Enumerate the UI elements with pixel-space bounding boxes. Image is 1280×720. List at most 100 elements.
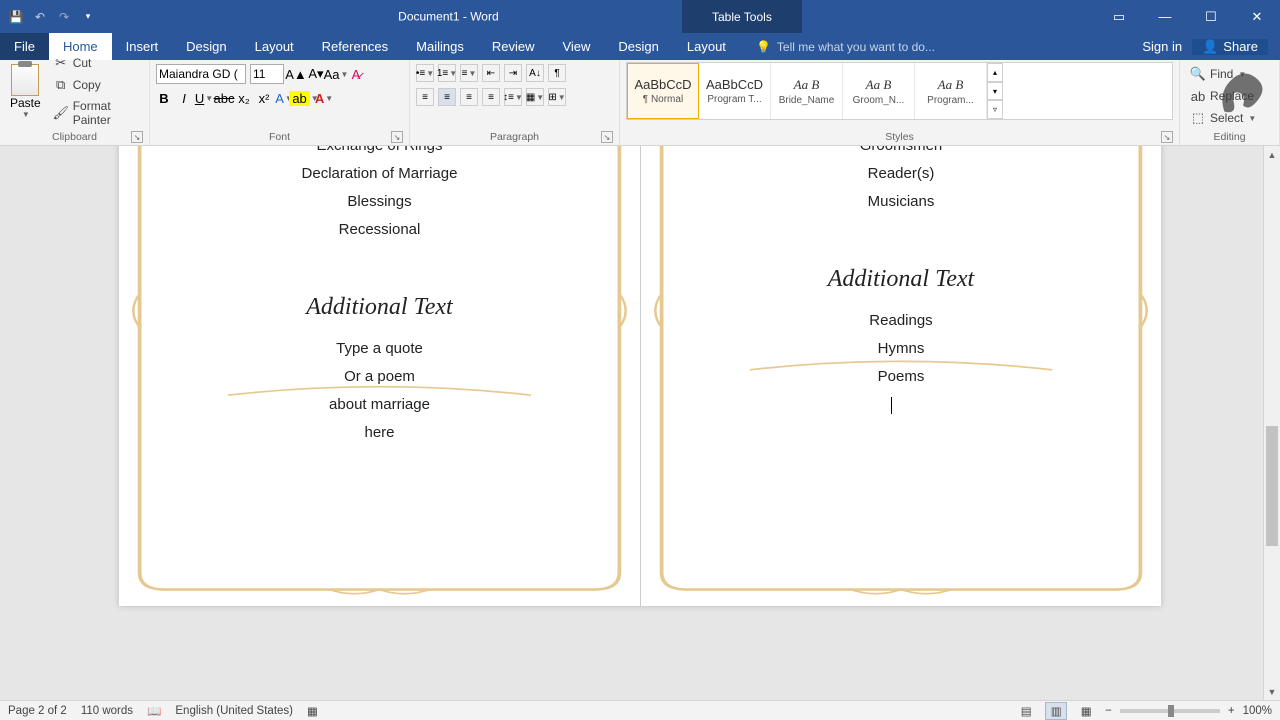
language-indicator[interactable]: English (United States): [175, 705, 293, 717]
doc-line[interactable]: Groomsmen: [701, 146, 1101, 160]
print-layout-button[interactable]: ▥: [1045, 702, 1067, 720]
subscript-button[interactable]: x₂: [236, 90, 252, 106]
doc-line[interactable]: Exchange of Rings: [179, 146, 580, 160]
tab-table-design[interactable]: Design: [604, 33, 672, 60]
doc-line[interactable]: Reader(s): [701, 160, 1101, 188]
scroll-up-icon[interactable]: ▲: [1264, 146, 1280, 163]
web-layout-button[interactable]: ▦: [1075, 702, 1097, 720]
style-normal[interactable]: AaBbCcD¶ Normal: [627, 63, 699, 119]
scroll-down-icon[interactable]: ▼: [1264, 683, 1280, 700]
tab-table-layout[interactable]: Layout: [673, 33, 740, 60]
zoom-out-button[interactable]: −: [1105, 705, 1112, 717]
doc-line[interactable]: Readings: [701, 307, 1101, 335]
doc-heading[interactable]: Additional Text: [179, 294, 580, 321]
save-icon[interactable]: 💾: [8, 9, 24, 25]
font-dialog-launcher[interactable]: ↘: [391, 131, 403, 143]
bold-button[interactable]: B: [156, 90, 172, 106]
line-spacing-button[interactable]: ↕≡▼: [504, 88, 522, 106]
style-program[interactable]: Aa BProgram...: [915, 63, 987, 119]
close-icon[interactable]: ✕: [1234, 0, 1280, 33]
maximize-icon[interactable]: ☐: [1188, 0, 1234, 33]
align-center-button[interactable]: ≡: [438, 88, 456, 106]
italic-button[interactable]: I: [176, 90, 192, 106]
paste-button[interactable]: Paste ▼: [6, 62, 45, 121]
tab-layout[interactable]: Layout: [241, 33, 308, 60]
styles-dialog-launcher[interactable]: ↘: [1161, 131, 1173, 143]
font-size-combo[interactable]: [250, 64, 284, 84]
styles-scroll[interactable]: ▴▾▿: [987, 63, 1003, 119]
multilevel-button[interactable]: ≡▼: [460, 64, 478, 82]
read-mode-button[interactable]: ▤: [1015, 702, 1037, 720]
page-right[interactable]: Best Man Bridesmaids Groomsmen Reader(s)…: [640, 146, 1161, 606]
page-left[interactable]: Declaration of Intent Exchange of Vows E…: [119, 146, 640, 606]
tab-design[interactable]: Design: [172, 33, 240, 60]
justify-button[interactable]: ≡: [482, 88, 500, 106]
highlight-button[interactable]: ab▼: [296, 90, 312, 106]
tab-references[interactable]: References: [308, 33, 402, 60]
style-groom-n[interactable]: Aa BGroom_N...: [843, 63, 915, 119]
clipboard-dialog-launcher[interactable]: ↘: [131, 131, 143, 143]
qat-customize-icon[interactable]: ▾: [80, 9, 96, 25]
zoom-slider[interactable]: [1120, 709, 1220, 713]
font-name-combo[interactable]: [156, 64, 246, 84]
share-button[interactable]: 👤 Share: [1192, 39, 1268, 55]
doc-line[interactable]: Blessings: [179, 188, 580, 216]
format-painter-button[interactable]: 🖌Format Painter: [49, 97, 143, 129]
text-cursor-line[interactable]: [701, 391, 1101, 419]
chevron-down-icon[interactable]: ▾: [987, 82, 1003, 101]
doc-line[interactable]: Or a poem: [179, 363, 580, 391]
zoom-level[interactable]: 100%: [1243, 705, 1272, 717]
vertical-scrollbar[interactable]: ▲ ▼: [1263, 146, 1280, 700]
doc-heading[interactable]: Additional Text: [701, 266, 1101, 293]
cut-button[interactable]: ✂Cut: [49, 53, 143, 73]
spellcheck-icon[interactable]: 📖: [147, 704, 161, 718]
tab-file[interactable]: File: [0, 33, 49, 60]
sign-in-link[interactable]: Sign in: [1142, 39, 1182, 54]
shrink-font-icon[interactable]: A▾: [308, 66, 324, 82]
shading-button[interactable]: ▦▼: [526, 88, 544, 106]
show-marks-button[interactable]: ¶: [548, 64, 566, 82]
macro-icon[interactable]: ▦: [307, 704, 318, 718]
doc-line[interactable]: Type a quote: [179, 335, 580, 363]
tab-review[interactable]: Review: [478, 33, 549, 60]
doc-line[interactable]: Hymns: [701, 335, 1101, 363]
tell-me-search[interactable]: 💡 Tell me what you want to do...: [740, 33, 1130, 60]
tab-view[interactable]: View: [548, 33, 604, 60]
scroll-thumb[interactable]: [1266, 426, 1278, 546]
styles-gallery[interactable]: AaBbCcD¶ Normal AaBbCcDProgram T... Aa B…: [626, 62, 1173, 120]
doc-line[interactable]: Poems: [701, 363, 1101, 391]
bullets-button[interactable]: •≡▼: [416, 64, 434, 82]
word-count[interactable]: 110 words: [81, 705, 133, 717]
font-color-button[interactable]: A▼: [316, 90, 332, 106]
change-case-icon[interactable]: Aa▼: [328, 66, 344, 82]
doc-line[interactable]: Declaration of Marriage: [179, 160, 580, 188]
strikethrough-button[interactable]: abc: [216, 90, 232, 106]
chevron-up-icon[interactable]: ▴: [987, 63, 1003, 82]
style-bride-name[interactable]: Aa BBride_Name: [771, 63, 843, 119]
doc-line[interactable]: Musicians: [701, 188, 1101, 216]
page-indicator[interactable]: Page 2 of 2: [8, 705, 67, 717]
tab-mailings[interactable]: Mailings: [402, 33, 478, 60]
minimize-icon[interactable]: —: [1142, 0, 1188, 33]
borders-button[interactable]: ⊞▼: [548, 88, 566, 106]
decrease-indent-button[interactable]: ⇤: [482, 64, 500, 82]
undo-icon[interactable]: ↶: [32, 9, 48, 25]
document-area[interactable]: Declaration of Intent Exchange of Vows E…: [0, 146, 1280, 700]
paragraph-dialog-launcher[interactable]: ↘: [601, 131, 613, 143]
align-right-button[interactable]: ≡: [460, 88, 478, 106]
doc-line[interactable]: here: [179, 419, 580, 447]
superscript-button[interactable]: x²: [256, 90, 272, 106]
zoom-knob[interactable]: [1168, 705, 1174, 717]
grow-font-icon[interactable]: A▲: [288, 66, 304, 82]
numbering-button[interactable]: 1≡▼: [438, 64, 456, 82]
redo-icon[interactable]: ↷: [56, 9, 72, 25]
sort-button[interactable]: A↓: [526, 64, 544, 82]
doc-line[interactable]: about marriage: [179, 391, 580, 419]
align-left-button[interactable]: ≡: [416, 88, 434, 106]
clear-formatting-icon[interactable]: A̷: [348, 66, 364, 82]
style-program-t[interactable]: AaBbCcDProgram T...: [699, 63, 771, 119]
increase-indent-button[interactable]: ⇥: [504, 64, 522, 82]
underline-button[interactable]: U▼: [196, 90, 212, 106]
styles-more-icon[interactable]: ▿: [987, 100, 1003, 119]
zoom-in-button[interactable]: +: [1228, 705, 1235, 717]
